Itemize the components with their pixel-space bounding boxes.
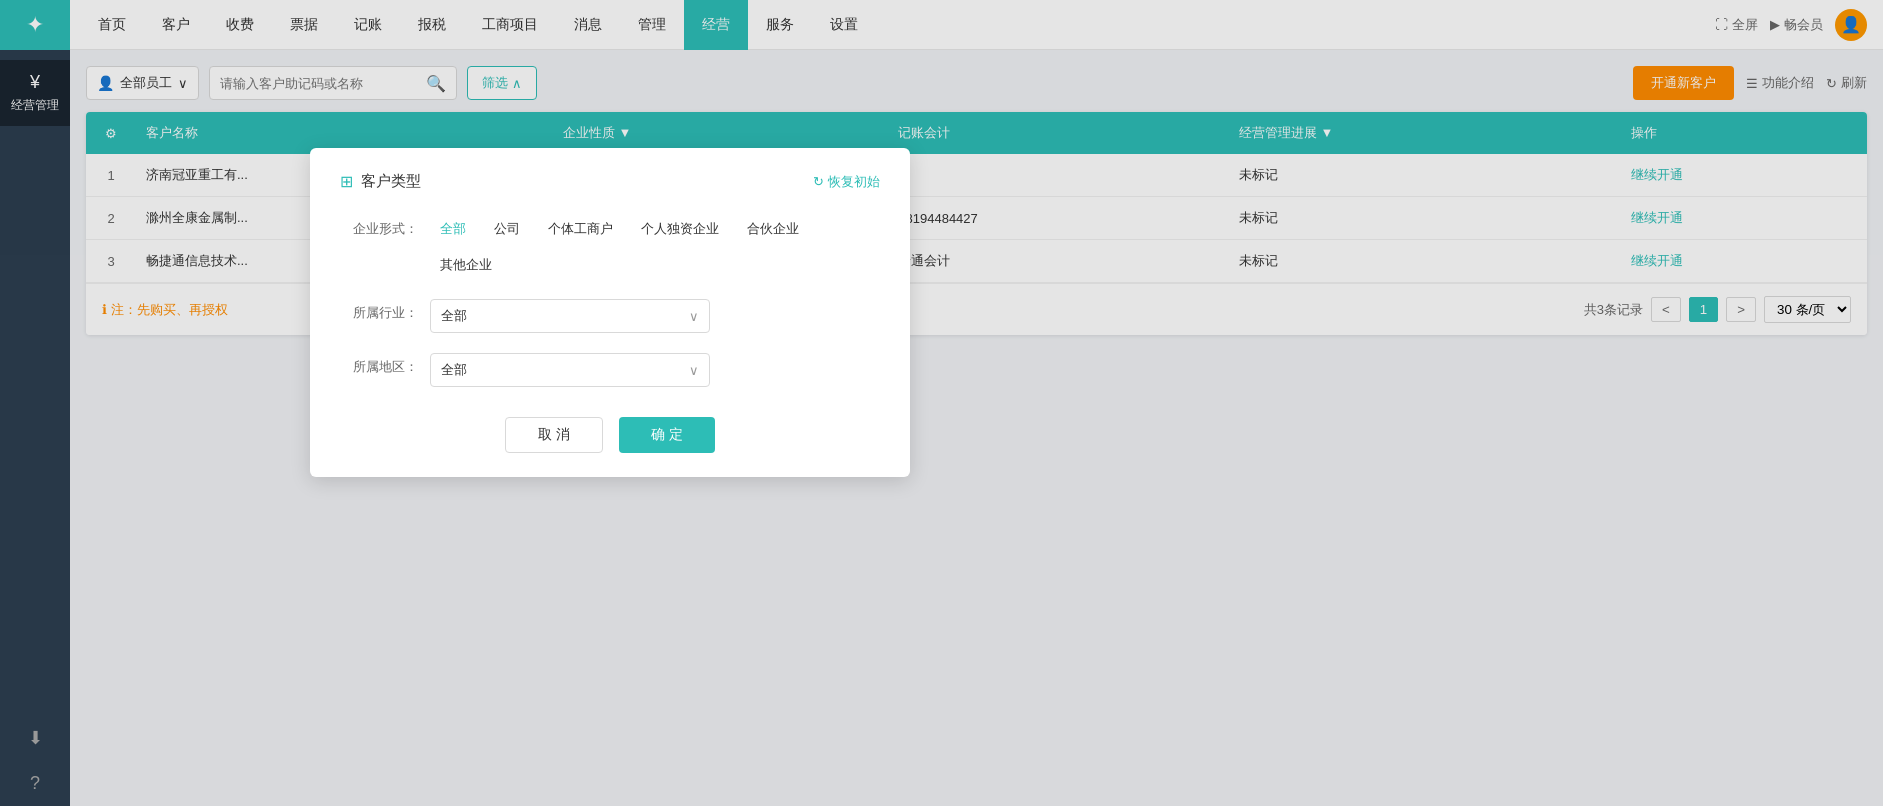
modal-overlay: ⊞ 客户类型 ↻ 恢复初始 企业形式： 全部 公司 个体工商户 个人独资企业 合… (0, 0, 1883, 806)
modal-title-text: 客户类型 (361, 172, 421, 191)
region-select[interactable]: 全部 ∨ (430, 353, 710, 387)
industry-row: 所属行业： 全部 ∨ (340, 299, 880, 333)
enterprise-form-row: 企业形式： 全部 公司 个体工商户 个人独资企业 合伙企业 其他企业 (340, 215, 880, 279)
region-select-arrow: ∨ (689, 363, 699, 378)
region-select-value: 全部 (441, 361, 467, 379)
enterprise-option-sole[interactable]: 个人独资企业 (631, 215, 729, 243)
enterprise-form-options: 全部 公司 个体工商户 个人独资企业 合伙企业 其他企业 (430, 215, 880, 279)
enterprise-option-all[interactable]: 全部 (430, 215, 476, 243)
enterprise-option-individual[interactable]: 个体工商户 (538, 215, 623, 243)
industry-select[interactable]: 全部 ∨ (430, 299, 710, 333)
reset-icon: ↻ (813, 174, 824, 189)
reset-label: 恢复初始 (828, 173, 880, 191)
enterprise-option-company[interactable]: 公司 (484, 215, 530, 243)
region-row: 所属地区： 全部 ∨ (340, 353, 880, 387)
industry-label: 所属行业： (340, 299, 430, 327)
cancel-button[interactable]: 取 消 (505, 417, 603, 453)
enterprise-option-partnership[interactable]: 合伙企业 (737, 215, 809, 243)
reset-button[interactable]: ↻ 恢复初始 (813, 173, 880, 191)
modal-footer: 取 消 确 定 (340, 417, 880, 453)
industry-select-arrow: ∨ (689, 309, 699, 324)
region-label: 所属地区： (340, 353, 430, 381)
enterprise-form-label: 企业形式： (340, 215, 430, 243)
confirm-button[interactable]: 确 定 (619, 417, 715, 453)
modal-header: ⊞ 客户类型 ↻ 恢复初始 (340, 172, 880, 191)
modal-title: ⊞ 客户类型 (340, 172, 421, 191)
filter-modal-icon: ⊞ (340, 172, 353, 191)
enterprise-option-other[interactable]: 其他企业 (430, 251, 502, 279)
filter-modal: ⊞ 客户类型 ↻ 恢复初始 企业形式： 全部 公司 个体工商户 个人独资企业 合… (310, 148, 910, 477)
industry-select-value: 全部 (441, 307, 467, 325)
